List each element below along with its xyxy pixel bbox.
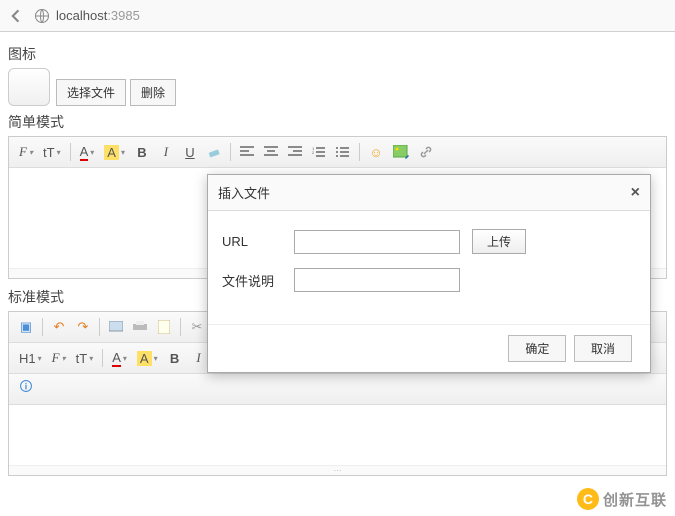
watermark-logo-icon: C bbox=[577, 488, 599, 510]
template-button[interactable] bbox=[153, 316, 175, 338]
url-input[interactable] bbox=[294, 230, 460, 254]
align-right-icon bbox=[288, 146, 302, 158]
chevron-left-icon bbox=[10, 9, 24, 23]
heading-button[interactable]: H1 bbox=[15, 347, 46, 369]
cut-button[interactable]: ✂ bbox=[186, 316, 208, 338]
highlight-button[interactable]: A bbox=[133, 347, 162, 369]
dialog-titlebar[interactable]: 插入文件 × bbox=[208, 175, 650, 211]
image-icon bbox=[393, 145, 409, 159]
standard-editor-body[interactable] bbox=[9, 405, 666, 465]
italic-button[interactable]: I bbox=[155, 141, 177, 163]
cancel-button[interactable]: 取消 bbox=[574, 335, 632, 362]
image-button[interactable] bbox=[389, 141, 413, 163]
preview-icon bbox=[109, 321, 123, 333]
back-button[interactable] bbox=[6, 5, 28, 27]
link-button[interactable] bbox=[415, 141, 437, 163]
align-center-icon bbox=[264, 146, 278, 158]
desc-label: 文件说明 bbox=[222, 271, 294, 290]
link-icon bbox=[419, 145, 433, 159]
simple-mode-label: 简单模式 bbox=[8, 112, 667, 132]
url-input[interactable]: localhost:3985 bbox=[56, 8, 669, 23]
globe-icon bbox=[34, 8, 50, 24]
address-bar: localhost:3985 bbox=[0, 0, 675, 32]
undo-button[interactable]: ↶ bbox=[48, 316, 70, 338]
insert-file-dialog: 插入文件 × URL 上传 文件说明 确定 取消 bbox=[207, 174, 651, 373]
bold-button[interactable]: B bbox=[164, 347, 186, 369]
font-color-button[interactable]: A bbox=[76, 141, 99, 163]
align-right-button[interactable] bbox=[284, 141, 306, 163]
watermark-text: 创新互联 bbox=[603, 489, 667, 510]
align-left-button[interactable] bbox=[236, 141, 258, 163]
resize-handle[interactable]: ⋯ bbox=[9, 465, 666, 475]
eraser-icon bbox=[207, 145, 221, 159]
about-button[interactable]: 🛈 bbox=[15, 378, 37, 400]
font-family-button[interactable]: F bbox=[15, 141, 37, 163]
icon-section-label: 图标 bbox=[8, 44, 667, 64]
ok-button[interactable]: 确定 bbox=[508, 335, 566, 362]
font-size-button[interactable]: tT bbox=[72, 347, 98, 369]
underline-button[interactable]: U bbox=[179, 141, 201, 163]
print-icon bbox=[133, 321, 147, 333]
print-button[interactable] bbox=[129, 316, 151, 338]
ordered-list-button[interactable]: 12 bbox=[308, 141, 330, 163]
watermark: C 创新互联 bbox=[577, 488, 667, 510]
url-label: URL bbox=[222, 234, 294, 249]
bold-button[interactable]: B bbox=[131, 141, 153, 163]
align-left-icon bbox=[240, 146, 254, 158]
upload-button[interactable]: 上传 bbox=[472, 229, 526, 254]
remove-format-button[interactable] bbox=[203, 141, 225, 163]
template-icon bbox=[158, 320, 170, 334]
redo-button[interactable]: ↷ bbox=[72, 316, 94, 338]
close-icon[interactable]: × bbox=[631, 184, 640, 202]
source-button[interactable]: ▣ bbox=[15, 316, 37, 338]
svg-text:2: 2 bbox=[312, 150, 315, 155]
delete-button[interactable]: 删除 bbox=[130, 79, 176, 106]
dialog-title: 插入文件 bbox=[218, 183, 270, 202]
font-family-button[interactable]: F bbox=[48, 347, 70, 369]
emoji-button[interactable]: ☺ bbox=[365, 141, 387, 163]
ul-icon bbox=[336, 146, 350, 158]
preview-button[interactable] bbox=[105, 316, 127, 338]
highlight-button[interactable]: A bbox=[100, 141, 129, 163]
ol-icon: 12 bbox=[312, 146, 326, 158]
desc-input[interactable] bbox=[294, 268, 460, 292]
standard-toolbar-3: 🛈 bbox=[9, 374, 666, 405]
unordered-list-button[interactable] bbox=[332, 141, 354, 163]
font-size-button[interactable]: tT bbox=[39, 141, 65, 163]
font-color-button[interactable]: A bbox=[108, 347, 131, 369]
icon-preview[interactable] bbox=[8, 68, 50, 106]
simple-toolbar: F tT A A B I U 12 ☺ bbox=[9, 137, 666, 168]
align-center-button[interactable] bbox=[260, 141, 282, 163]
choose-file-button[interactable]: 选择文件 bbox=[56, 79, 126, 106]
